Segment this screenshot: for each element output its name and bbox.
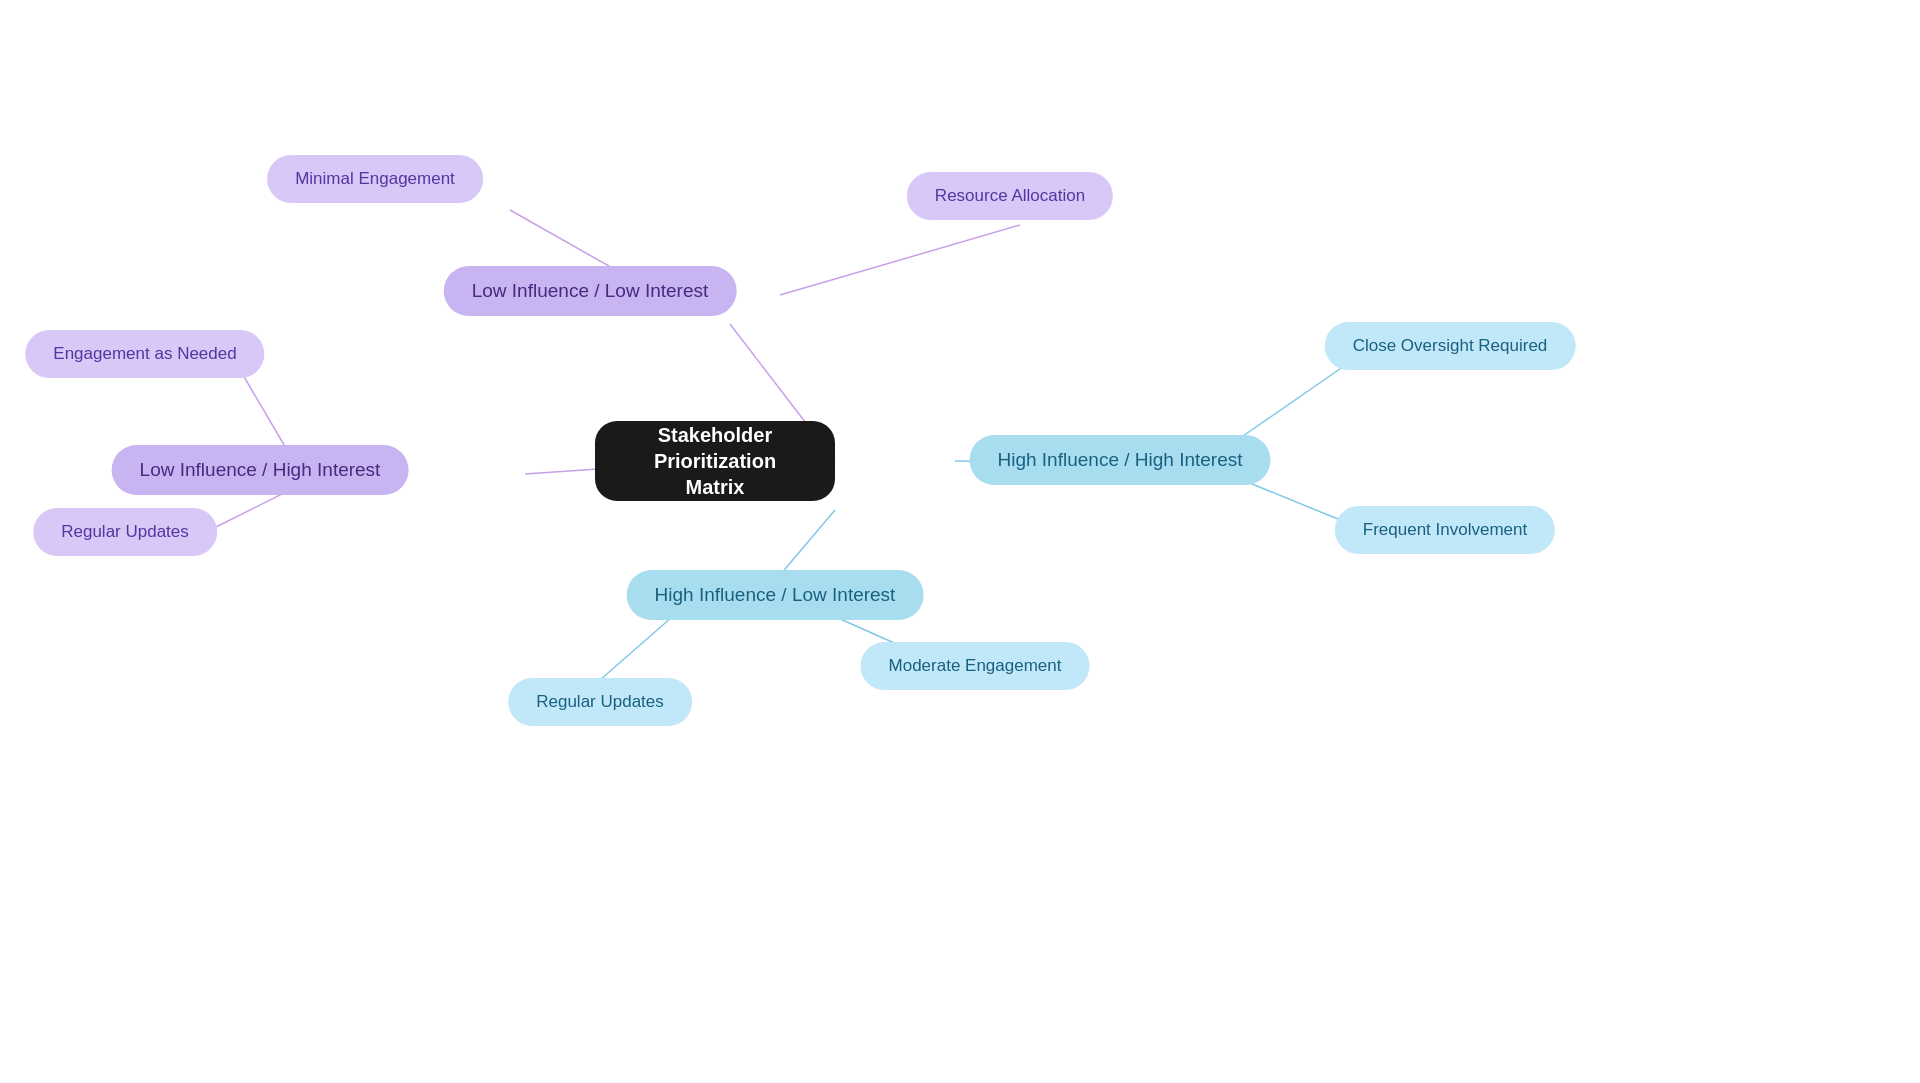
svg-line-4 <box>240 370 290 455</box>
node-resource-allocation: Resource Allocation <box>907 172 1113 220</box>
node-frequent-involvement: Frequent Involvement <box>1335 506 1555 554</box>
node-minimal-engagement: Minimal Engagement <box>267 155 483 203</box>
node-engagement-as-needed: Engagement as Needed <box>25 330 264 378</box>
center-node: Stakeholder Prioritization Matrix <box>595 421 835 501</box>
node-low-influence-high-interest: Low Influence / High Interest <box>112 445 409 495</box>
node-regular-updates-bottom: Regular Updates <box>508 678 692 726</box>
svg-line-2 <box>780 225 1020 295</box>
node-high-influence-high-interest: High Influence / High Interest <box>969 435 1270 485</box>
node-low-influence-low-interest: Low Influence / Low Interest <box>444 266 737 316</box>
svg-line-9 <box>780 510 835 575</box>
node-close-oversight-required: Close Oversight Required <box>1325 322 1576 370</box>
node-high-influence-low-interest: High Influence / Low Interest <box>627 570 924 620</box>
node-moderate-engagement: Moderate Engagement <box>861 642 1090 690</box>
svg-line-10 <box>600 610 680 680</box>
svg-line-5 <box>210 490 290 530</box>
node-regular-updates-left: Regular Updates <box>33 508 217 556</box>
